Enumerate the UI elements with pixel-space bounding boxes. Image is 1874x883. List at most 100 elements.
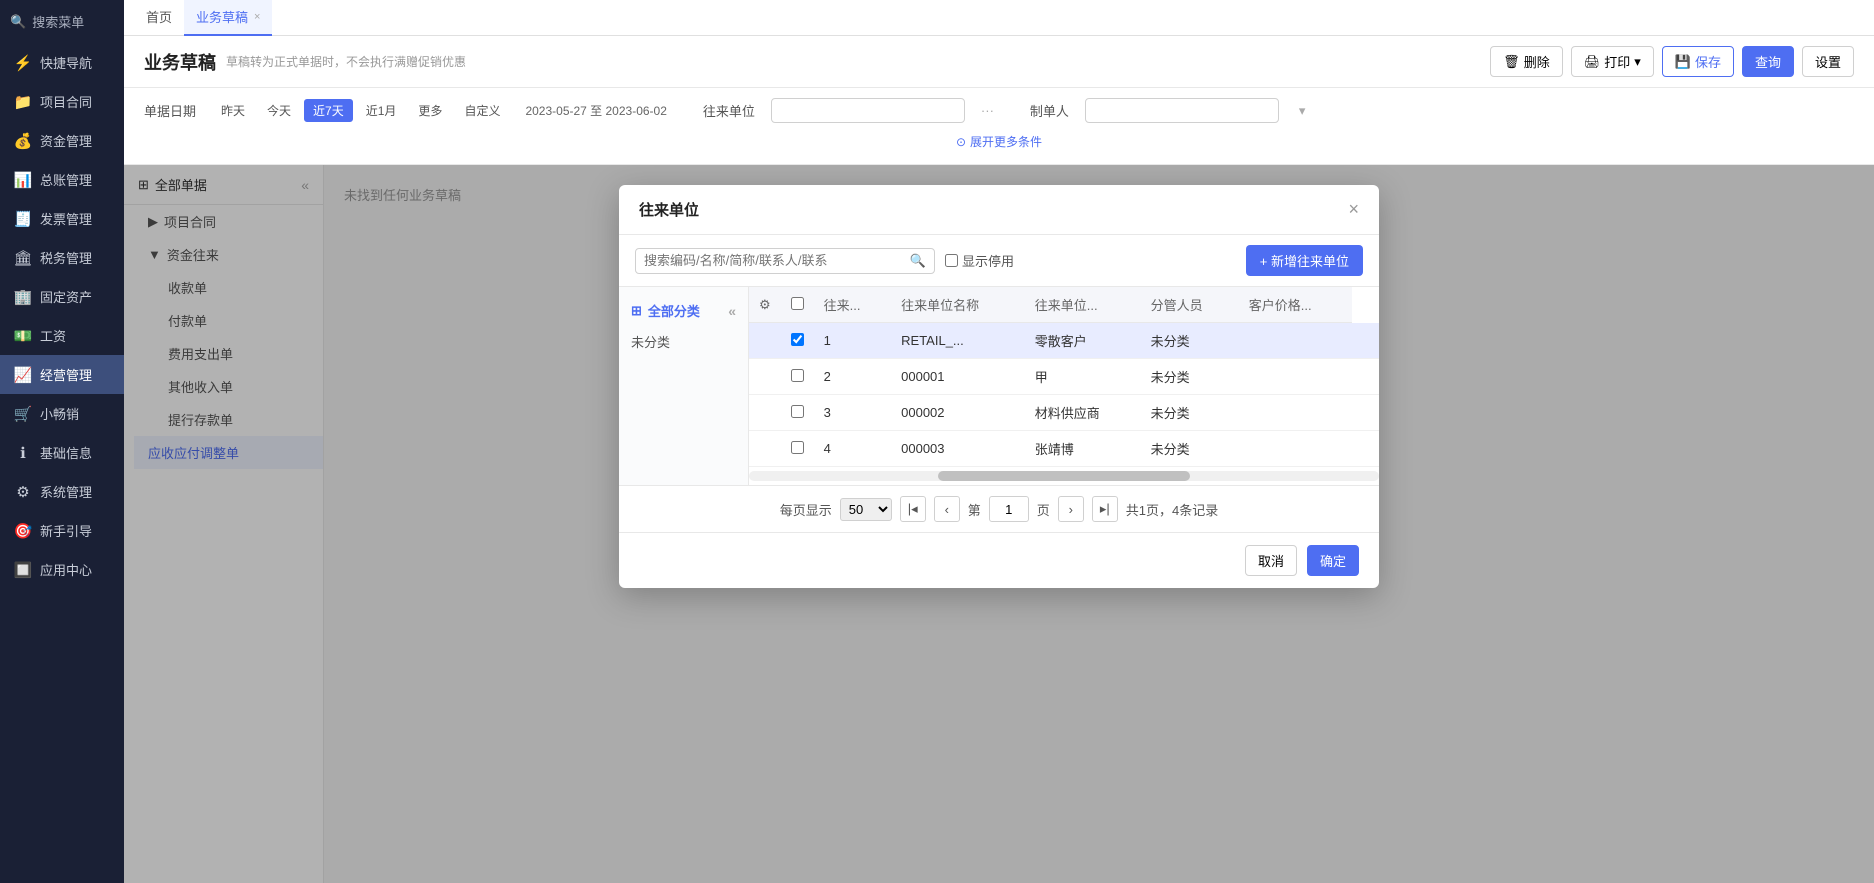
add-counterparty-button[interactable]: + 新增往来单位 [1246,245,1363,276]
modal-overlay: 往来单位 × 🔍 显示停用 [124,165,1874,883]
maker-input[interactable] [1085,98,1279,123]
row-price [1352,323,1379,359]
row-category: 未分类 [1141,323,1239,359]
row-checkbox-cell[interactable] [781,431,814,467]
show-disabled-checkbox-label[interactable]: 显示停用 [945,251,1014,270]
tab-draft-label: 业务草稿 [196,7,248,26]
print-button[interactable]: 🖨 打印 ▾ [1571,46,1654,77]
basic-info-icon: ℹ [14,444,32,462]
fund-mgmt-icon: 💰 [14,132,32,150]
sidebar-item-label: 税务管理 [40,248,92,267]
sidebar-item-quick-nav[interactable]: ⚡ 快捷导航 [0,43,124,82]
confirm-button[interactable]: 确定 [1307,545,1359,576]
save-button[interactable]: 💾 保存 [1662,46,1734,77]
sidebar-item-invoice-mgmt[interactable]: 🧾 发票管理 [0,199,124,238]
row-no: 1 [814,323,891,359]
sidebar-item-fund-mgmt[interactable]: 💰 资金管理 [0,121,124,160]
row-name: 零散客户 [1025,323,1141,359]
row-checkbox-cell[interactable] [781,359,814,395]
row-checkbox[interactable] [791,441,804,454]
table-row[interactable]: 2 000001 甲 未分类 [749,359,1379,395]
sidebar-item-sys-mgmt[interactable]: ⚙ 系统管理 [0,472,124,511]
last-page-btn[interactable]: ▸| [1092,496,1118,522]
sidebar-item-accounts-mgmt[interactable]: 📊 总账管理 [0,160,124,199]
date-tab-yesterday[interactable]: 昨天 [212,99,254,122]
horizontal-scrollbar[interactable] [749,471,1379,481]
page-label: 第 [968,500,981,519]
date-tab-custom[interactable]: 自定义 [455,99,509,122]
row-checkbox[interactable] [791,333,804,346]
table-row[interactable]: 4 000003 张靖博 未分类 [749,431,1379,467]
settings-button[interactable]: 设置 [1802,46,1854,77]
page-input[interactable] [989,496,1029,522]
collapse-category-icon[interactable]: « [728,303,736,319]
table-row[interactable]: 1 RETAIL_... 零散客户 未分类 [749,323,1379,359]
sidebar-item-label: 新手引导 [40,521,92,540]
maker-chevron-icon: ▾ [1299,103,1306,119]
quick-nav-icon: ⚡ [14,54,32,72]
per-page-select[interactable]: 50 100 [840,498,892,521]
date-tab-7days[interactable]: 近7天 [304,99,353,122]
dialog-title: 往来单位 [639,199,699,220]
show-disabled-checkbox[interactable] [945,254,958,267]
sidebar-item-tax-mgmt[interactable]: 🏛 税务管理 [0,238,124,277]
row-checkbox[interactable] [791,369,804,382]
query-button[interactable]: 查询 [1742,46,1794,77]
row-price [1352,395,1379,431]
row-code: RETAIL_... [891,323,1025,359]
th-manager: 分管人员 [1141,287,1239,323]
cancel-button[interactable]: 取消 [1245,545,1297,576]
tab-close-icon[interactable]: × [254,11,260,23]
table-row[interactable]: 3 000002 材料供应商 未分类 [749,395,1379,431]
delete-icon: 🗑 [1503,54,1520,70]
first-page-btn[interactable]: |◂ [900,496,926,522]
row-checkbox[interactable] [791,405,804,418]
row-name: 甲 [1025,359,1141,395]
dialog-close-button[interactable]: × [1348,199,1359,220]
counterparty-search-input[interactable] [644,253,904,268]
counterparty-table: ⚙ 往来... 往来单位名称 往来单位... 分管人员 客户价格... [749,287,1379,467]
th-settings[interactable]: ⚙ [749,287,781,323]
sidebar-item-app-center[interactable]: 🔲 应用中心 [0,550,124,589]
date-tab-more[interactable]: 更多 [409,99,451,122]
ops-mgmt-icon: 📈 [14,366,32,384]
tax-mgmt-icon: 🏛 [14,249,32,267]
date-tab-1month[interactable]: 近1月 [357,99,406,122]
sidebar-item-xiao-yang[interactable]: 🛒 小畅销 [0,394,124,433]
tab-draft[interactable]: 业务草稿 × [184,0,272,36]
row-category: 未分类 [1141,431,1239,467]
prev-page-btn[interactable]: ‹ [934,496,960,522]
row-name: 材料供应商 [1025,395,1141,431]
sidebar-item-label: 总账管理 [40,170,92,189]
sidebar-search[interactable]: 🔍 搜索菜单 [0,0,124,43]
sidebar-item-new-guide[interactable]: 🎯 新手引导 [0,511,124,550]
row-category: 未分类 [1141,359,1239,395]
category-item-uncategorized[interactable]: 未分类 [619,326,748,357]
sidebar-item-fixed-assets[interactable]: 🏢 固定资产 [0,277,124,316]
expand-more-btn[interactable]: ⊙ 展开更多条件 [952,129,1046,154]
category-header[interactable]: ⊞ 全部分类 « [619,295,748,326]
tab-home[interactable]: 首页 [134,0,184,36]
accounts-mgmt-icon: 📊 [14,171,32,189]
sidebar-item-salary[interactable]: 💵 工资 [0,316,124,355]
tab-home-label: 首页 [146,7,172,26]
sidebar-item-basic-info[interactable]: ℹ 基础信息 [0,433,124,472]
maker-label: 制单人 [1030,101,1069,120]
delete-button[interactable]: 🗑 删除 [1490,46,1563,77]
ellipsis-icon: ··· [981,103,994,118]
counterparty-input[interactable] [771,98,965,123]
row-category: 未分类 [1141,395,1239,431]
select-all-checkbox[interactable] [791,297,804,310]
row-checkbox-cell[interactable] [781,395,814,431]
date-tab-today[interactable]: 今天 [258,99,300,122]
date-filter-label: 单据日期 [144,101,196,120]
sidebar-item-ops-mgmt[interactable]: 📈 经营管理 [0,355,124,394]
search-icon: 🔍 [10,14,26,30]
next-page-btn[interactable]: › [1058,496,1084,522]
row-manager [1239,395,1352,431]
th-price-level: 客户价格... [1239,287,1352,323]
th-checkbox[interactable] [781,287,814,323]
row-code: 000002 [891,395,1025,431]
row-checkbox-cell[interactable] [781,323,814,359]
sidebar-item-project-contract[interactable]: 📁 项目合同 [0,82,124,121]
